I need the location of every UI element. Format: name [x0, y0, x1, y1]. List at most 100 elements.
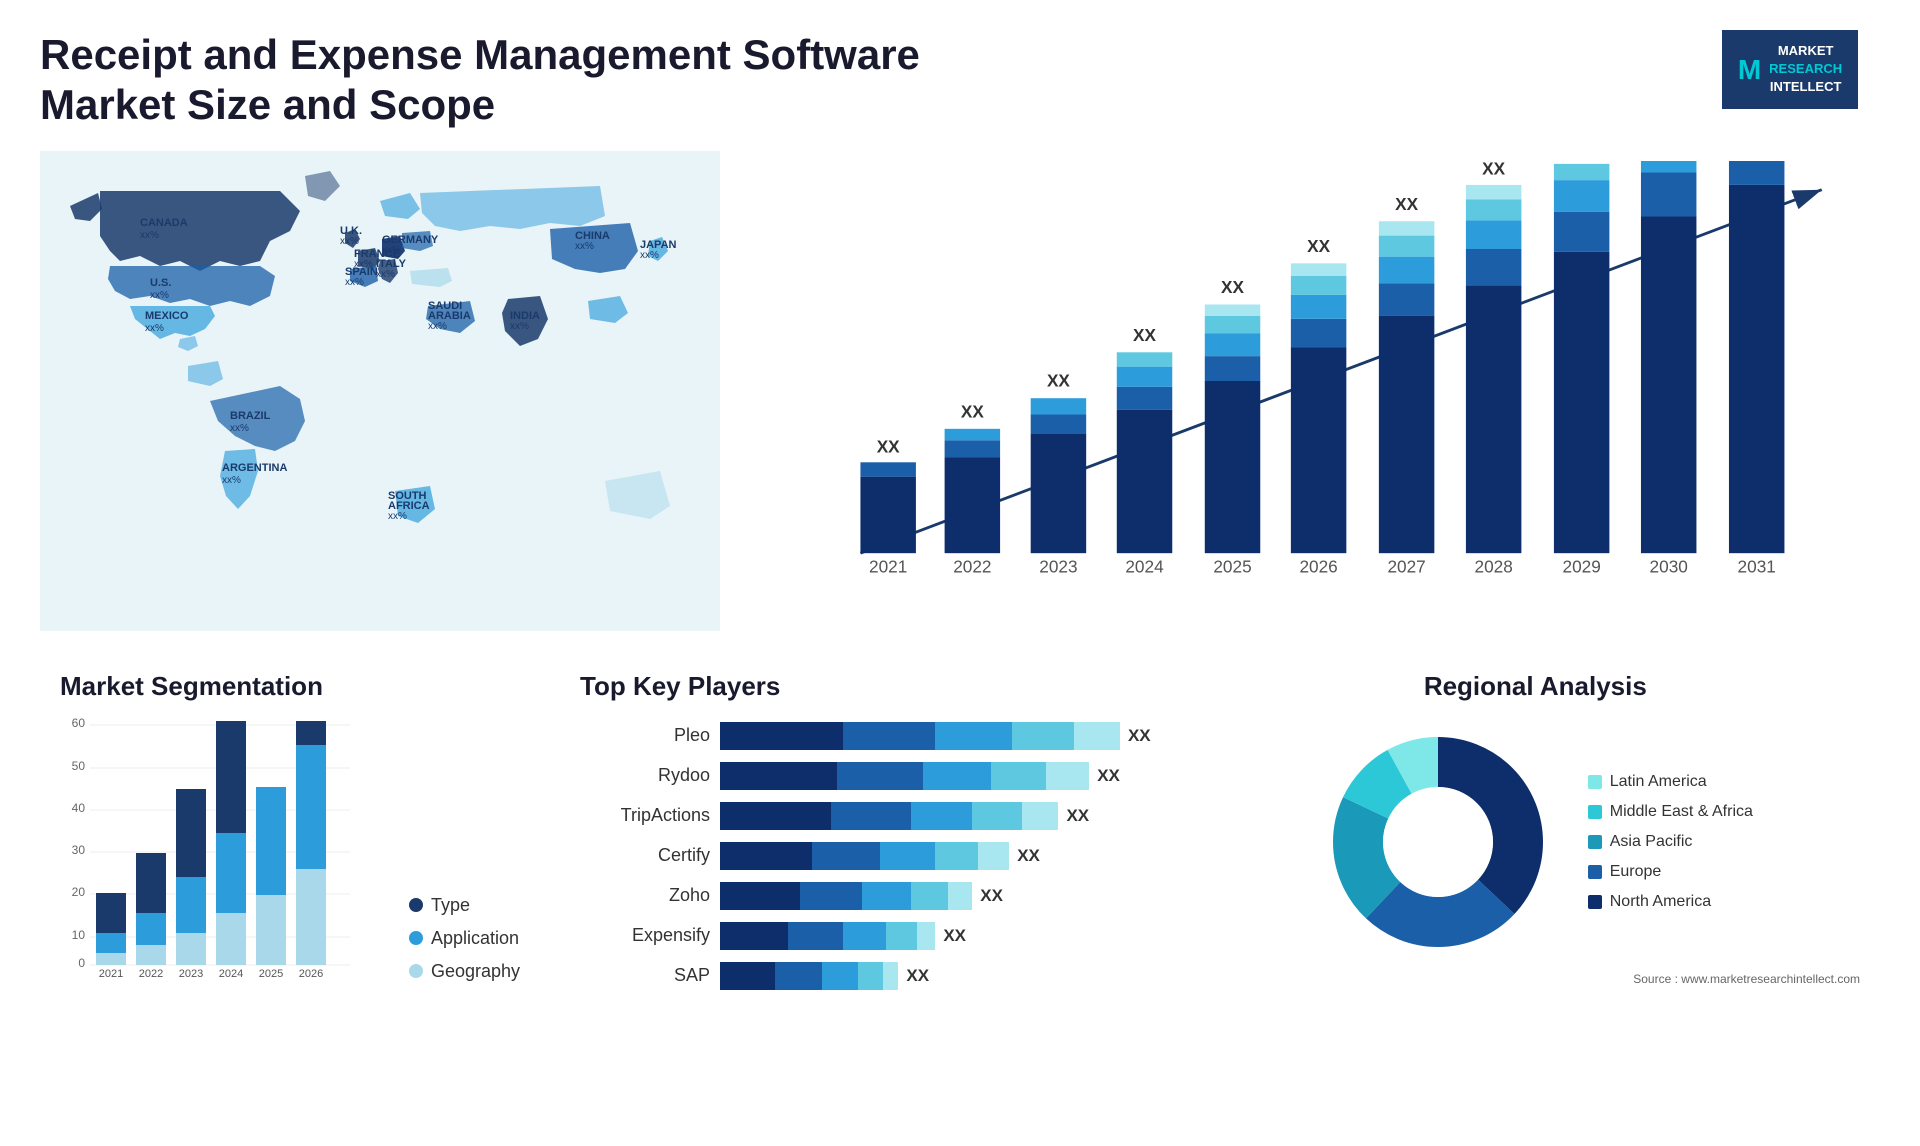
player-bar-segment — [880, 842, 935, 870]
latin-america-label: Latin America — [1610, 773, 1707, 791]
geography-label: Geography — [431, 961, 520, 982]
svg-text:XX: XX — [1482, 161, 1505, 178]
seg-legend-type: Type — [409, 895, 520, 916]
seg-legend: Type Application Geography — [409, 895, 520, 982]
page-title: Receipt and Expense Management Software … — [40, 30, 940, 131]
player-bar-segment — [720, 962, 775, 990]
svg-text:2024: 2024 — [1125, 556, 1164, 576]
player-bar-wrap: XX — [720, 962, 1151, 990]
logo-m-icon: M — [1738, 50, 1761, 89]
svg-text:2026: 2026 — [299, 968, 323, 977]
svg-text:xx%: xx% — [382, 245, 401, 256]
player-bar-segment — [843, 722, 935, 750]
player-bar-segment — [720, 882, 800, 910]
application-label: Application — [431, 928, 519, 949]
trend-chart: XX XX XX XX — [760, 161, 1860, 601]
svg-text:2026: 2026 — [1299, 556, 1337, 576]
logo-line1: MARKET — [1769, 42, 1842, 60]
player-row: PleoXX — [580, 722, 1151, 750]
player-bar-segment — [862, 882, 911, 910]
svg-text:xx%: xx% — [230, 423, 249, 434]
player-row: TripActionsXX — [580, 802, 1151, 830]
europe-dot — [1588, 865, 1602, 879]
player-bar-segment — [911, 882, 948, 910]
svg-text:XX: XX — [1221, 277, 1244, 297]
svg-text:ARGENTINA: ARGENTINA — [222, 462, 287, 474]
trend-chart-container: XX XX XX XX — [740, 151, 1880, 631]
player-bar-wrap: XX — [720, 842, 1151, 870]
svg-text:xx%: xx% — [140, 230, 159, 241]
player-bar-segment — [1046, 762, 1089, 790]
player-bar-segment — [978, 842, 1009, 870]
player-bar-segment — [948, 882, 973, 910]
source-text: Source : www.marketresearchintellect.com — [1211, 972, 1860, 986]
logo-area: M MARKET RESEARCH INTELLECT — [1700, 30, 1880, 109]
svg-text:2025: 2025 — [1213, 556, 1251, 576]
na-dot — [1588, 895, 1602, 909]
latin-america-dot — [1588, 775, 1602, 789]
type-label: Type — [431, 895, 470, 916]
donut-chart — [1318, 722, 1558, 962]
seg-bar-chart-wrap: 60 50 40 30 20 10 0 — [60, 717, 389, 982]
regional-legend: Latin America Middle East & Africa Asia … — [1588, 773, 1753, 911]
svg-text:XX: XX — [1133, 325, 1156, 345]
svg-text:xx%: xx% — [345, 277, 364, 288]
player-value: XX — [1128, 726, 1151, 746]
player-bar — [720, 762, 1089, 790]
mea-dot — [1588, 805, 1602, 819]
svg-text:2021: 2021 — [869, 556, 907, 576]
na-label: North America — [1610, 893, 1711, 911]
player-value: XX — [1066, 806, 1089, 826]
player-bar-segment — [822, 962, 859, 990]
player-bar-segment — [935, 842, 978, 870]
map-container: CANADA xx% U.S. xx% MEXICO xx% BRAZIL xx… — [40, 151, 720, 631]
player-name: Rydoo — [580, 765, 710, 786]
application-dot — [409, 931, 423, 945]
header-row: Receipt and Expense Management Software … — [40, 30, 1880, 131]
svg-text:60: 60 — [72, 717, 86, 730]
segmentation-title: Market Segmentation — [60, 671, 520, 702]
player-name: Expensify — [580, 925, 710, 946]
svg-text:2029: 2029 — [1563, 556, 1601, 576]
players-title: Top Key Players — [580, 671, 1151, 702]
mea-label: Middle East & Africa — [1610, 803, 1753, 821]
svg-text:2022: 2022 — [953, 556, 991, 576]
player-bar-segment — [935, 722, 1012, 750]
player-bar-segment — [1012, 722, 1074, 750]
svg-text:XX: XX — [1047, 371, 1070, 391]
player-bar — [720, 802, 1058, 830]
player-bar — [720, 722, 1120, 750]
player-bar — [720, 922, 935, 950]
player-value: XX — [943, 926, 966, 946]
svg-text:2030: 2030 — [1650, 556, 1688, 576]
player-bar-segment — [858, 962, 883, 990]
logo-text: MARKET RESEARCH INTELLECT — [1769, 42, 1842, 97]
svg-text:XX: XX — [1570, 161, 1593, 165]
player-row: RydooXX — [580, 762, 1151, 790]
player-bar — [720, 882, 972, 910]
player-bar-segment — [837, 762, 923, 790]
player-bar-segment — [972, 802, 1021, 830]
player-row: ZohoXX — [580, 882, 1151, 910]
player-bar-segment — [1074, 722, 1120, 750]
svg-text:xx%: xx% — [388, 511, 407, 522]
svg-text:2021: 2021 — [99, 968, 123, 977]
player-bar-wrap: XX — [720, 802, 1151, 830]
svg-text:2023: 2023 — [1039, 556, 1077, 576]
svg-text:XX: XX — [961, 401, 984, 421]
player-value: XX — [906, 966, 929, 986]
legend-north-america: North America — [1588, 893, 1753, 911]
segmentation-panel: Market Segmentation 60 50 40 30 20 10 0 — [40, 661, 540, 1012]
player-name: Certify — [580, 845, 710, 866]
svg-text:xx%: xx% — [575, 241, 594, 252]
player-bar-segment — [812, 842, 880, 870]
apac-dot — [1588, 835, 1602, 849]
svg-text:2028: 2028 — [1475, 556, 1513, 576]
svg-text:50: 50 — [72, 759, 86, 773]
svg-text:40: 40 — [72, 801, 86, 815]
player-bar-wrap: XX — [720, 882, 1151, 910]
player-bar-segment — [720, 802, 831, 830]
regional-title: Regional Analysis — [1211, 671, 1860, 702]
logo-line3: INTELLECT — [1769, 78, 1842, 96]
svg-text:U.S.: U.S. — [150, 277, 171, 289]
